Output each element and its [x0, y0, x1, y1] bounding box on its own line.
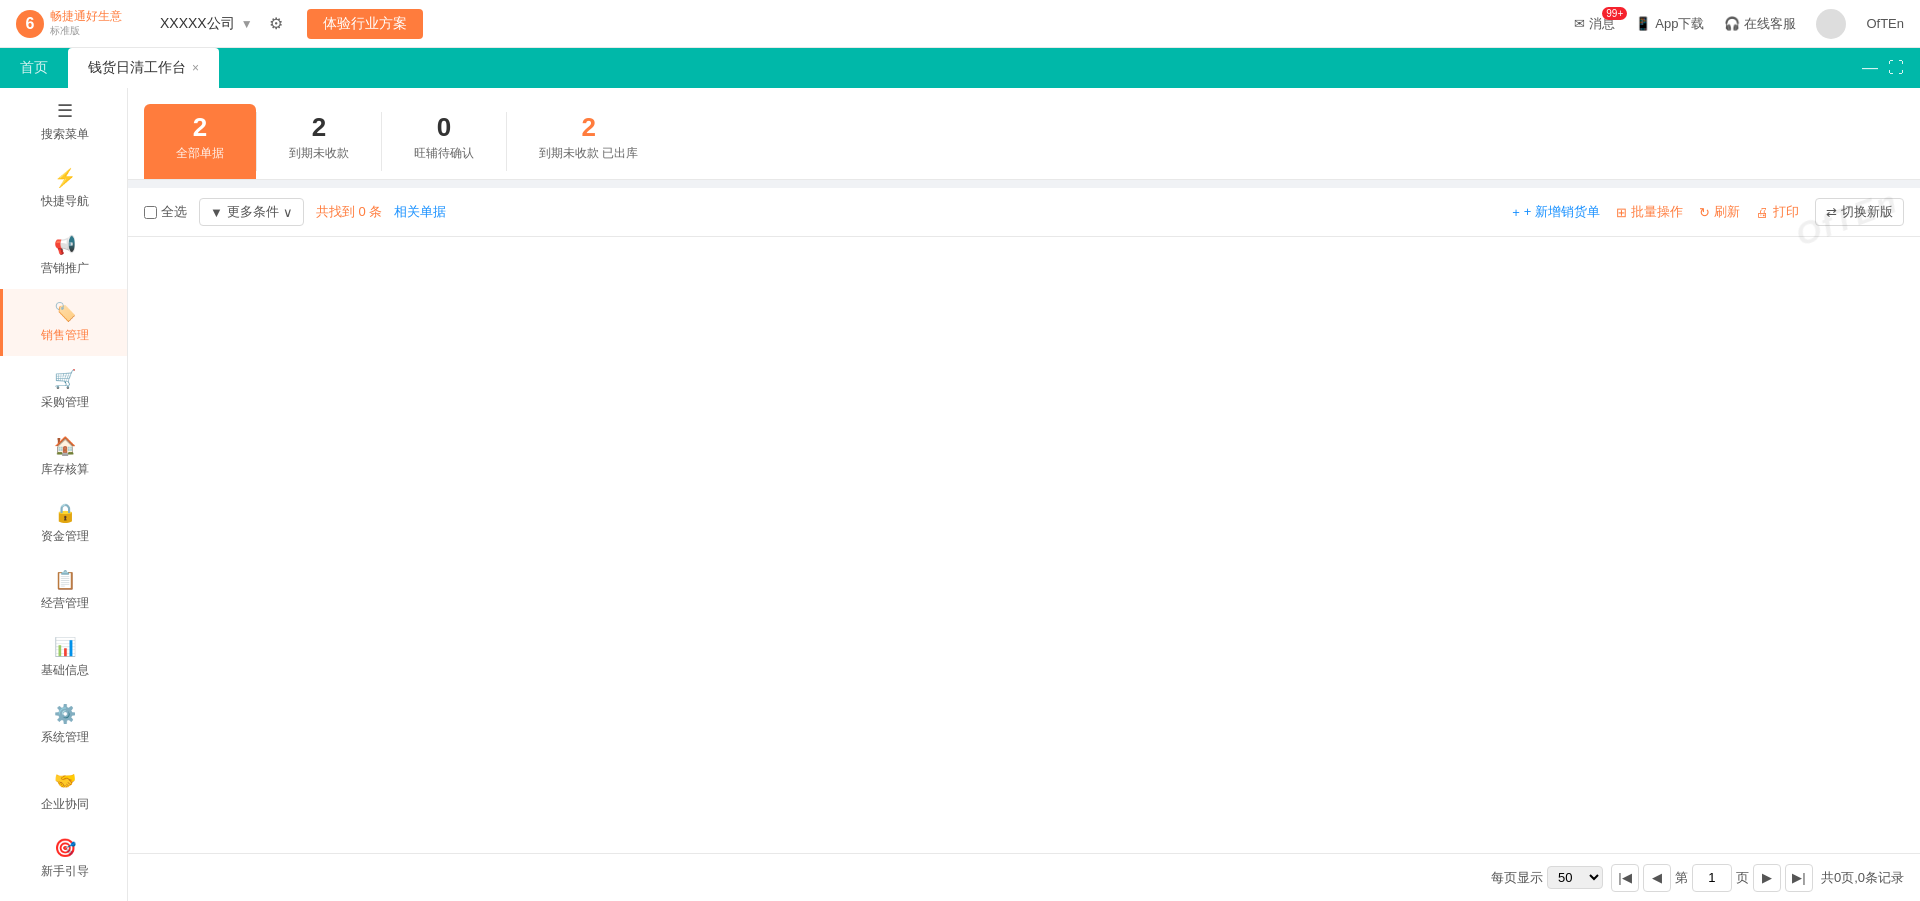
message-button[interactable]: ✉ 消息 99+ [1574, 15, 1615, 33]
avatar-name: OfTEn [1866, 16, 1904, 31]
sales-icon: 🏷️ [54, 301, 76, 323]
app-download-button[interactable]: 📱 App下载 [1635, 15, 1704, 33]
download-icon: 📱 [1635, 16, 1651, 31]
sidebar: ☰ 搜索菜单 ⚡ 快捷导航 📢 营销推广 🏷️ 销售管理 🛒 采购管理 🏠 库存… [0, 88, 128, 901]
service-icon: 🎧 [1724, 16, 1740, 31]
sidebar-item-sales[interactable]: 🏷️ 销售管理 [0, 289, 127, 356]
trial-button[interactable]: 体验行业方案 [307, 9, 423, 39]
sidebar-item-cooperation[interactable]: 🤝 企业协同 [0, 758, 127, 825]
pagination: 每页显示 50 100 200 |◀ ◀ 第 页 ▶ ▶| 共0页,0条记录 [128, 853, 1920, 901]
related-link[interactable]: 相关单据 [394, 203, 446, 221]
sidebar-item-inventory[interactable]: 🏠 库存核算 [0, 423, 127, 490]
page-size-selector: 每页显示 50 100 200 [1491, 866, 1603, 889]
switch-icon: ⇄ [1826, 205, 1837, 220]
logo-sub: 标准版 [50, 24, 122, 38]
toolbar: 全选 ▼ 更多条件 ∨ 共找到 0 条 相关单据 + + 新增销货单 ⊞ [128, 188, 1920, 237]
tab-work-station[interactable]: 钱货日清工作台 × [68, 48, 219, 88]
print-button[interactable]: 🖨 打印 [1756, 203, 1799, 221]
company-selector[interactable]: XXXXX公司 ▼ [160, 15, 253, 33]
basic-info-icon: 📊 [54, 636, 76, 658]
print-icon: 🖨 [1756, 205, 1769, 220]
sidebar-item-quick-nav[interactable]: ⚡ 快捷导航 [0, 155, 127, 222]
tab-bar: 首页 钱货日清工作台 × — ⛶ [0, 48, 1920, 88]
refresh-icon: ↻ [1699, 205, 1710, 220]
logo-title: 畅捷通好生意 [50, 9, 122, 25]
stats-tab-wangwang[interactable]: 0 旺辅待确认 [382, 104, 506, 179]
add-icon: + [1512, 205, 1520, 220]
stats-label-overdue: 到期未收款 [289, 145, 349, 162]
page-nav: |◀ ◀ 第 页 ▶ ▶| [1611, 864, 1813, 892]
quick-nav-icon: ⚡ [54, 167, 76, 189]
logo-area: 6 畅捷通好生意 标准版 [16, 9, 144, 39]
company-name: XXXXX公司 [160, 15, 235, 33]
tab-maximize-icon[interactable]: ⛶ [1888, 59, 1904, 77]
stats-count-wangwang: 0 [437, 112, 451, 143]
page-size-select[interactable]: 50 100 200 [1547, 866, 1603, 889]
purchase-icon: 🛒 [54, 368, 76, 390]
tab-home[interactable]: 首页 [0, 48, 68, 88]
content-area: 2 全部单据 2 到期未收款 0 旺辅待确认 2 到期未收款 已出库 [128, 88, 1920, 901]
online-service-button[interactable]: 🎧 在线客服 [1724, 15, 1796, 33]
page-last-button[interactable]: ▶| [1785, 864, 1813, 892]
top-header: 6 畅捷通好生意 标准版 XXXXX公司 ▼ ⚙ 体验行业方案 ✉ 消息 99+… [0, 0, 1920, 48]
toolbar-right: + + 新增销货单 ⊞ 批量操作 ↻ 刷新 🖨 打印 ⇄ 切换新版 [1512, 198, 1904, 226]
stats-label-all: 全部单据 [176, 145, 224, 162]
stats-label-not-shipped: 到期未收款 已出库 [539, 145, 638, 162]
select-all-input[interactable] [144, 206, 157, 219]
refresh-button[interactable]: ↻ 刷新 [1699, 203, 1740, 221]
header-right: ✉ 消息 99+ 📱 App下载 🎧 在线客服 OfTEn [1574, 9, 1904, 39]
stats-label-wangwang: 旺辅待确认 [414, 145, 474, 162]
chevron-filter-icon: ∨ [283, 205, 293, 220]
stats-tab-not-shipped[interactable]: 2 到期未收款 已出库 [507, 104, 670, 179]
marketing-icon: 📢 [54, 234, 76, 256]
sidebar-item-marketing[interactable]: 📢 营销推广 [0, 222, 127, 289]
chevron-down-icon: ▼ [241, 17, 253, 31]
stats-tabs: 2 全部单据 2 到期未收款 0 旺辅待确认 2 到期未收款 已出库 [128, 88, 1920, 180]
stats-count-not-shipped: 2 [581, 112, 595, 143]
table-area [128, 237, 1920, 853]
finance-icon: 🔒 [54, 502, 76, 524]
stats-count-all: 2 [193, 112, 207, 143]
search-menu-icon: ☰ [57, 100, 73, 122]
found-count: 共找到 0 条 [316, 203, 382, 221]
system-icon: ⚙️ [54, 703, 76, 725]
message-icon: ✉ [1574, 16, 1585, 31]
batch-icon: ⊞ [1616, 205, 1627, 220]
page-next-button[interactable]: ▶ [1753, 864, 1781, 892]
tab-minimize-icon[interactable]: — [1862, 59, 1878, 77]
filter-icon: ▼ [210, 205, 223, 220]
add-sales-button[interactable]: + + 新增销货单 [1512, 203, 1600, 221]
avatar[interactable] [1816, 9, 1846, 39]
total-count: 共0页,0条记录 [1821, 869, 1904, 887]
sidebar-item-system[interactable]: ⚙️ 系统管理 [0, 691, 127, 758]
settings-button[interactable]: ⚙ [261, 9, 291, 39]
sidebar-item-basic-info[interactable]: 📊 基础信息 [0, 624, 127, 691]
stats-tab-all[interactable]: 2 全部单据 [144, 104, 256, 179]
sidebar-item-app-center[interactable]: 📦 应用中心 [0, 892, 127, 901]
cooperation-icon: 🤝 [54, 770, 76, 792]
sidebar-item-finance[interactable]: 🔒 资金管理 [0, 490, 127, 557]
message-badge: 99+ [1602, 7, 1627, 20]
page-prev-button[interactable]: ◀ [1643, 864, 1671, 892]
guide-icon: 🎯 [54, 837, 76, 859]
switch-version-button[interactable]: ⇄ 切换新版 [1815, 198, 1904, 226]
stats-count-overdue: 2 [312, 112, 326, 143]
operations-icon: 📋 [54, 569, 76, 591]
sidebar-item-operations[interactable]: 📋 经营管理 [0, 557, 127, 624]
page-number-input[interactable] [1692, 864, 1732, 892]
stats-tab-overdue[interactable]: 2 到期未收款 [257, 104, 381, 179]
tab-bar-right: — ⛶ [1862, 59, 1920, 77]
found-count-value: 0 [359, 204, 366, 219]
logo-icon: 6 [16, 10, 44, 38]
main-layout: ☰ 搜索菜单 ⚡ 快捷导航 📢 营销推广 🏷️ 销售管理 🛒 采购管理 🏠 库存… [0, 88, 1920, 901]
sidebar-item-search-menu[interactable]: ☰ 搜索菜单 [0, 88, 127, 155]
inventory-icon: 🏠 [54, 435, 76, 457]
tab-close-icon[interactable]: × [192, 61, 199, 75]
sidebar-item-guide[interactable]: 🎯 新手引导 [0, 825, 127, 892]
page-first-button[interactable]: |◀ [1611, 864, 1639, 892]
batch-button[interactable]: ⊞ 批量操作 [1616, 203, 1683, 221]
filter-button[interactable]: ▼ 更多条件 ∨ [199, 198, 304, 226]
sidebar-item-purchase[interactable]: 🛒 采购管理 [0, 356, 127, 423]
select-all-checkbox[interactable]: 全选 [144, 203, 187, 221]
